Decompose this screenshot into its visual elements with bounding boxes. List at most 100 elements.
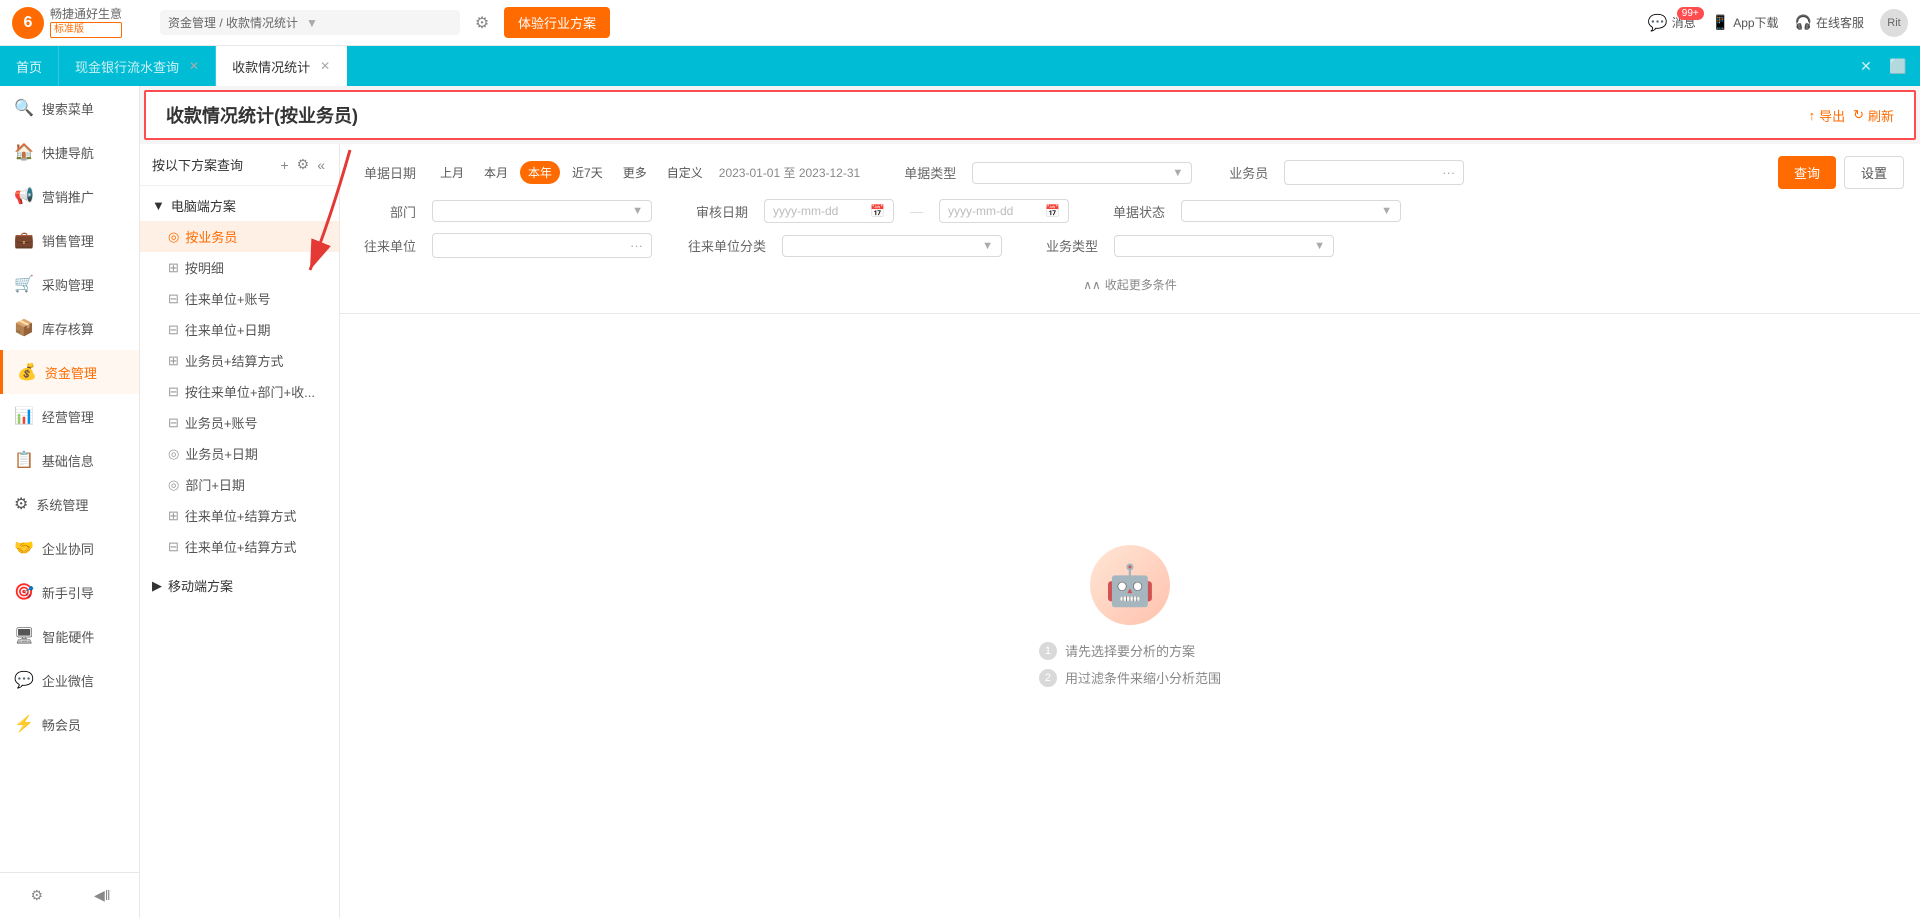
tab-receipt-close[interactable]: ✕ (320, 59, 330, 73)
tab-maximize[interactable]: ⬜ (1884, 52, 1912, 80)
cp-dept-icon: ⊟ (168, 384, 179, 400)
settings-icon[interactable]: ⚙ (468, 9, 496, 37)
basic-icon: 📋 (14, 450, 34, 470)
tab-bar: 首页 现金银行流水查询 ✕ 收款情况统计 ✕ ✕ ⬜ (0, 46, 1920, 86)
sales-icon: 💼 (14, 230, 34, 250)
panel-collapse-button[interactable]: « (315, 154, 327, 175)
home-icon: 🏠 (14, 142, 34, 162)
dept-chevron: ▼ (632, 205, 643, 217)
sidebar-item-operation[interactable]: 📊 经营管理 (0, 394, 139, 438)
tree-item-counterpart-dept[interactable]: ⊟ 按往来单位+部门+收... (140, 376, 339, 407)
desktop-group: ▼ 电脑端方案 ◎ 按业务员 ⊞ 按明细 ⊟ 往来单位+账号 (140, 186, 339, 566)
date-tab-this-year[interactable]: 本年 (520, 161, 560, 184)
sidebar-item-hardware[interactable]: 🖥 智能硬件 (0, 614, 139, 658)
tab-receipt[interactable]: 收款情况统计 ✕ (216, 46, 347, 86)
date-tab-7days[interactable]: 近7天 (564, 161, 611, 184)
export-button[interactable]: ↑ 导出 (1809, 106, 1846, 125)
online-service-button[interactable]: 🎧 在线客服 (1795, 14, 1864, 31)
sidebar-item-search[interactable]: 🔍 搜索菜单 (0, 86, 139, 130)
page-header: 收款情况统计(按业务员) ↑ 导出 ↻ 刷新 (144, 90, 1916, 140)
date-tab-custom[interactable]: 自定义 (659, 161, 711, 184)
sidebar-settings-btn[interactable]: ⚙ (8, 881, 66, 910)
voucher-type-select[interactable]: ▼ (972, 162, 1192, 184)
audit-date-from[interactable]: yyyy-mm-dd 📅 (764, 199, 894, 223)
tree-item-salesperson-settle[interactable]: ⊞ 业务员+结算方式 (140, 345, 339, 376)
breadcrumb-chevron: ▼ (306, 16, 318, 30)
counterpart-select[interactable]: ··· (432, 233, 652, 258)
tree-item-counterpart-settle2[interactable]: ⊟ 往来单位+结算方式 (140, 531, 339, 562)
trial-button[interactable]: 体验行业方案 (504, 7, 610, 38)
guide-icon: 🎯 (14, 582, 34, 602)
salesperson-select[interactable]: ··· (1284, 160, 1464, 185)
member-icon: ⚡ (14, 714, 34, 734)
tree-item-by-detail[interactable]: ⊞ 按明细 (140, 252, 339, 283)
date-tab-last-month[interactable]: 上月 (432, 161, 472, 184)
counterpart-more: ··· (630, 238, 643, 253)
refresh-button[interactable]: ↻ 刷新 (1853, 106, 1894, 125)
panel-header: 按以下方案查询 + ⚙ « (140, 144, 339, 186)
tree-item-salesperson-account[interactable]: ⊟ 业务员+账号 (140, 407, 339, 438)
audit-date-to[interactable]: yyyy-mm-dd 📅 (939, 199, 1069, 223)
dept-select[interactable]: ▼ (432, 200, 652, 222)
filter-settings-button[interactable]: 设置 (1844, 156, 1904, 189)
date-tab-more[interactable]: 更多 (615, 161, 655, 184)
mobile-group-header[interactable]: ▶ 移动端方案 (140, 570, 339, 601)
message-button[interactable]: 💬 99+ 消息 (1648, 13, 1696, 33)
message-badge: 99+ (1677, 7, 1704, 20)
sidebar-bottom: ⚙ ◀‖ (0, 872, 139, 918)
app-version: 标准版 (50, 22, 122, 38)
tree-item-salesperson-date[interactable]: ◎ 业务员+日期 (140, 438, 339, 469)
sidebar-item-member[interactable]: ⚡ 畅会员 (0, 702, 139, 746)
voucher-status-select[interactable]: ▼ (1181, 200, 1401, 222)
sidebar-item-shortcut[interactable]: 🏠 快捷导航 (0, 130, 139, 174)
app-name: 畅捷通好生意 (50, 7, 122, 21)
sidebar-item-purchase[interactable]: 🛒 采购管理 (0, 262, 139, 306)
filter-actions: 查询 设置 (1778, 156, 1904, 189)
tab-close-window[interactable]: ✕ (1852, 52, 1880, 80)
avatar[interactable]: Rit (1880, 9, 1908, 37)
sidebar-item-corp[interactable]: 🤝 企业协同 (0, 526, 139, 570)
cp-settle1-icon: ⊞ (168, 508, 179, 524)
sidebar-item-system[interactable]: ⚙ 系统管理 (0, 482, 139, 526)
collapse-button[interactable]: ∧∧ 收起更多条件 (356, 268, 1904, 301)
add-scheme-button[interactable]: + (278, 154, 290, 175)
tree-item-counterpart-date[interactable]: ⊟ 往来单位+日期 (140, 314, 339, 345)
cp-account-icon: ⊟ (168, 291, 179, 307)
date-tabs: 上月 本月 本年 近7天 更多 自定义 2023-01-01 至 2023-12… (432, 161, 860, 184)
salesperson-label: 业务员 (1208, 163, 1268, 182)
counterpart-category-select[interactable]: ▼ (782, 235, 1002, 257)
tab-home[interactable]: 首页 (0, 46, 59, 86)
filter-area: 单据日期 上月 本月 本年 近7天 更多 自定义 2023-01-01 至 20… (340, 144, 1920, 314)
panel-header-actions: + ⚙ « (278, 154, 327, 175)
audit-date-label: 审核日期 (688, 202, 748, 221)
tree-item-by-salesperson[interactable]: ◎ 按业务员 (140, 221, 339, 252)
desktop-group-header[interactable]: ▼ 电脑端方案 (140, 190, 339, 221)
biz-type-select[interactable]: ▼ (1114, 235, 1334, 257)
tree-item-counterpart-settle1[interactable]: ⊞ 往来单位+结算方式 (140, 500, 339, 531)
counterpart-category-label: 往来单位分类 (688, 236, 766, 255)
sidebar-item-finance[interactable]: 💰 资金管理 (0, 350, 139, 394)
date-range: 2023-01-01 至 2023-12-31 (719, 164, 860, 181)
date-tab-this-month[interactable]: 本月 (476, 161, 516, 184)
tip-num-2: 2 (1039, 669, 1057, 687)
tree-item-counterpart-account[interactable]: ⊟ 往来单位+账号 (140, 283, 339, 314)
empty-tip-1: 1 请先选择要分析的方案 (1039, 641, 1221, 660)
sidebar-item-wechat[interactable]: 💬 企业微信 (0, 658, 139, 702)
breadcrumb[interactable]: 资金管理 / 收款情况统计 ▼ (160, 10, 460, 35)
sidebar-item-guide[interactable]: 🎯 新手引导 (0, 570, 139, 614)
app-download-button[interactable]: 📱 App下载 (1712, 14, 1779, 31)
sidebar-item-marketing[interactable]: 📢 营销推广 (0, 174, 139, 218)
sidebar-item-sales[interactable]: 💼 销售管理 (0, 218, 139, 262)
right-panel: 单据日期 上月 本月 本年 近7天 更多 自定义 2023-01-01 至 20… (340, 144, 1920, 918)
query-button[interactable]: 查询 (1778, 156, 1836, 189)
dept-date-icon: ◎ (168, 477, 179, 493)
cp-cat-chevron: ▼ (982, 240, 993, 252)
scheme-settings-button[interactable]: ⚙ (295, 154, 312, 175)
sidebar-collapse-btn[interactable]: ◀‖ (74, 881, 132, 910)
tree-item-dept-date[interactable]: ◎ 部门+日期 (140, 469, 339, 500)
page-title: 收款情况统计(按业务员) (166, 102, 358, 128)
tab-bank-close[interactable]: ✕ (189, 59, 199, 73)
sidebar-item-basic[interactable]: 📋 基础信息 (0, 438, 139, 482)
tab-bank[interactable]: 现金银行流水查询 ✕ (59, 46, 216, 86)
sidebar-item-inventory[interactable]: 📦 库存核算 (0, 306, 139, 350)
